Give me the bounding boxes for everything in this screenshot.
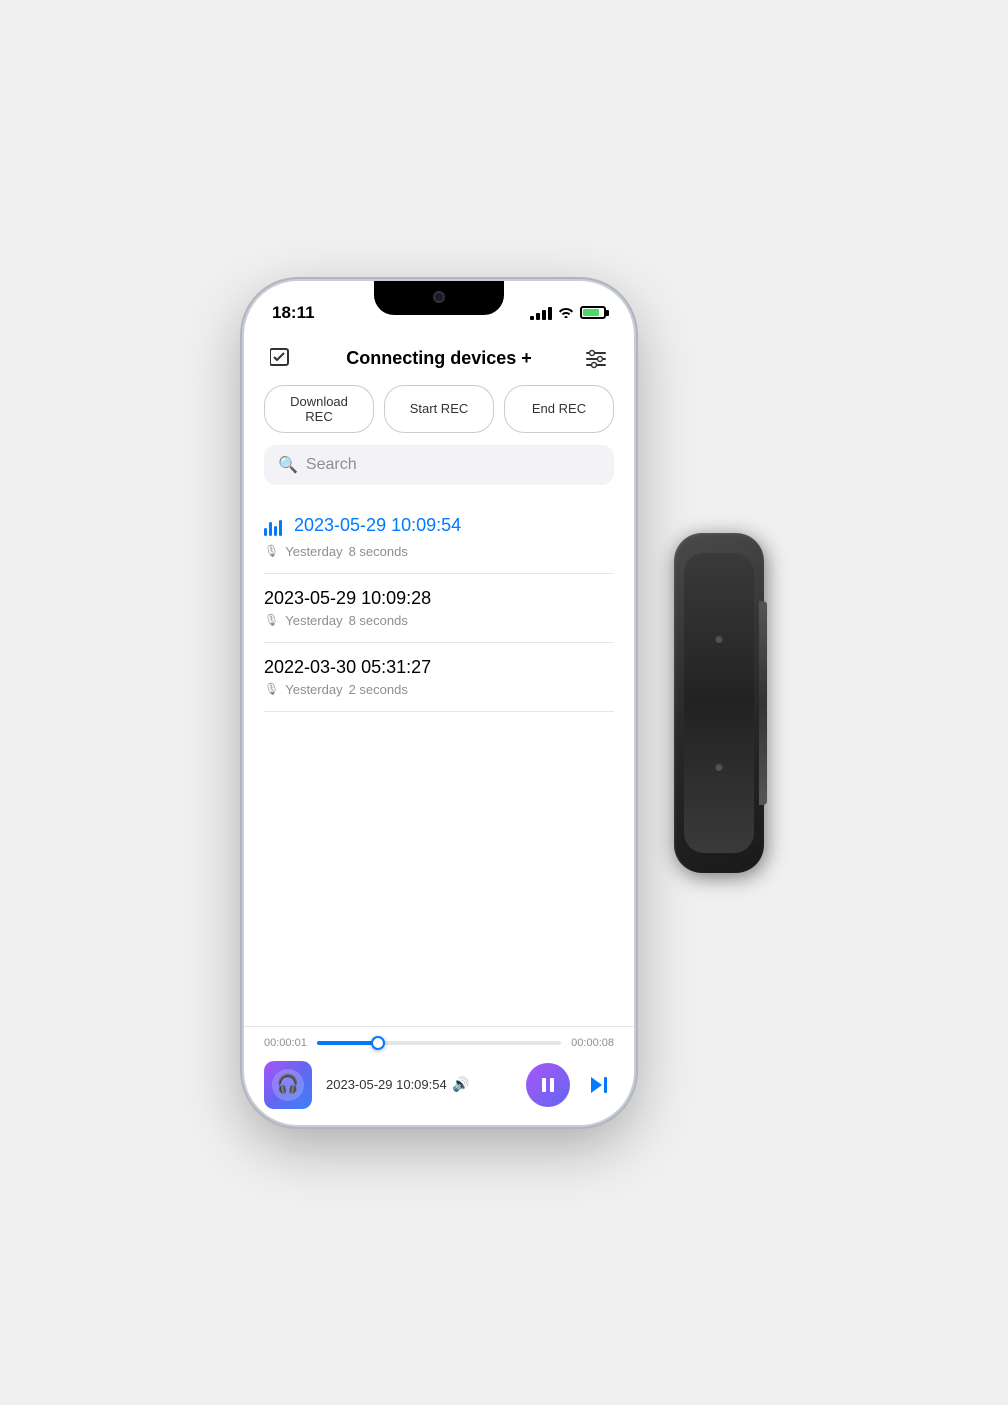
download-rec-button[interactable]: Download REC bbox=[264, 385, 374, 433]
page-title: Connecting devices + bbox=[300, 348, 578, 369]
end-rec-button[interactable]: End REC bbox=[504, 385, 614, 433]
progress-track[interactable] bbox=[317, 1041, 561, 1045]
recording-date: Yesterday bbox=[285, 682, 342, 697]
status-icons bbox=[530, 305, 606, 321]
total-time: 00:00:08 bbox=[571, 1037, 614, 1049]
list-check-icon[interactable] bbox=[264, 341, 300, 377]
signal-icon bbox=[530, 306, 552, 320]
progress-thumb bbox=[371, 1036, 385, 1050]
recording-meta: 🎙 Yesterday 2 seconds bbox=[264, 682, 614, 697]
recording-title: 2023-05-29 10:09:54 bbox=[294, 515, 461, 536]
recording-meta: 🎙 Yesterday 8 seconds bbox=[264, 613, 614, 628]
list-item[interactable]: 2023-05-29 10:09:28 🎙 Yesterday 8 second… bbox=[264, 574, 614, 643]
search-icon: 🔍 bbox=[278, 455, 298, 475]
list-item[interactable]: 2022-03-30 05:31:27 🎙 Yesterday 2 second… bbox=[264, 643, 614, 712]
phone-shell: 18:11 bbox=[244, 281, 634, 1125]
player-title: 2023-05-29 10:09:54 🔊 bbox=[326, 1076, 512, 1093]
list-item[interactable]: 2023-05-29 10:09:54 🎙 Yesterday 8 second… bbox=[264, 501, 614, 574]
start-rec-button[interactable]: Start REC bbox=[384, 385, 494, 433]
progress-row: 00:00:01 00:00:08 bbox=[264, 1037, 614, 1049]
recording-date: Yesterday bbox=[285, 613, 342, 628]
microphone-icon: 🎙 bbox=[264, 613, 279, 627]
player-controls: 🎧 2023-05-29 10:09:54 🔊 bbox=[264, 1061, 614, 1109]
player-artwork: 🎧 bbox=[264, 1061, 312, 1109]
app-header: Connecting devices + bbox=[244, 331, 634, 385]
microphone-icon: 🎙 bbox=[264, 544, 279, 558]
artwork-headphone-icon: 🎧 bbox=[272, 1069, 304, 1101]
waveform-icon bbox=[264, 518, 282, 536]
player-bar: 00:00:01 00:00:08 🎧 2023-05-29 10:09:54 … bbox=[244, 1026, 634, 1125]
current-time: 00:00:01 bbox=[264, 1037, 307, 1049]
dongle-indicator-top bbox=[715, 635, 723, 643]
recording-title: 2022-03-30 05:31:27 bbox=[264, 657, 431, 677]
dongle-indicator-bottom bbox=[715, 763, 723, 771]
recording-meta: 🎙 Yesterday 8 seconds bbox=[264, 544, 614, 559]
skip-forward-button[interactable] bbox=[584, 1070, 614, 1100]
phone-screen: 18:11 bbox=[244, 281, 634, 1125]
recording-duration: 8 seconds bbox=[349, 544, 408, 559]
recording-list: 2023-05-29 10:09:54 🎙 Yesterday 8 second… bbox=[244, 501, 634, 1026]
wifi-icon bbox=[558, 305, 574, 321]
dongle-clip bbox=[759, 601, 767, 805]
progress-fill bbox=[317, 1041, 378, 1045]
volume-icon: 🔊 bbox=[452, 1076, 469, 1092]
recording-duration: 2 seconds bbox=[349, 682, 408, 697]
play-pause-button[interactable] bbox=[526, 1063, 570, 1107]
action-buttons: Download REC Start REC End REC bbox=[244, 385, 634, 445]
recording-title: 2023-05-29 10:09:28 bbox=[264, 588, 431, 608]
device-dongle bbox=[674, 533, 764, 873]
microphone-icon: 🎙 bbox=[264, 682, 279, 696]
recording-duration: 8 seconds bbox=[349, 613, 408, 628]
player-title-text: 2023-05-29 10:09:54 bbox=[326, 1077, 447, 1092]
search-bar[interactable]: 🔍 Search bbox=[264, 445, 614, 485]
camera bbox=[433, 291, 445, 303]
status-time: 18:11 bbox=[272, 303, 315, 323]
filter-icon[interactable] bbox=[578, 341, 614, 377]
notch bbox=[374, 281, 504, 315]
recording-date: Yesterday bbox=[285, 544, 342, 559]
search-placeholder: Search bbox=[306, 456, 357, 474]
battery-icon bbox=[580, 306, 606, 319]
